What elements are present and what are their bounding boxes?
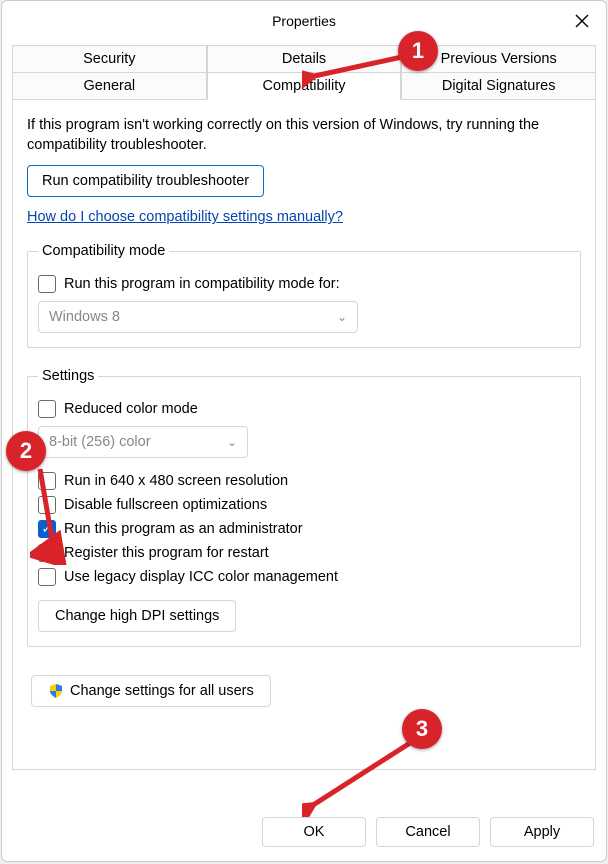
properties-dialog: Properties Security Details Previous Ver…	[1, 0, 607, 862]
annotation-badge-3: 3	[402, 709, 442, 749]
legacy-icc-label: Use legacy display ICC color management	[64, 569, 338, 585]
disable-fullscreen-checkbox[interactable]	[38, 496, 56, 514]
tab-digital-signatures[interactable]: Digital Signatures	[401, 72, 596, 99]
tab-row-1: Security Details Previous Versions	[12, 45, 596, 72]
run-as-admin-label: Run this program as an administrator	[64, 521, 303, 537]
register-restart-checkbox[interactable]	[38, 544, 56, 562]
dialog-buttons: OK Cancel Apply	[262, 817, 594, 847]
chevron-down-icon: ⌄	[227, 435, 237, 449]
change-all-users-label: Change settings for all users	[70, 683, 254, 699]
tab-panel-compatibility: If this program isn't working correctly …	[12, 99, 596, 770]
disable-fullscreen-label: Disable fullscreen optimizations	[64, 497, 267, 513]
titlebar: Properties	[2, 1, 606, 41]
color-depth-value: 8-bit (256) color	[49, 434, 151, 450]
ok-button[interactable]: OK	[262, 817, 366, 847]
apply-button[interactable]: Apply	[490, 817, 594, 847]
reduced-color-label: Reduced color mode	[64, 401, 198, 417]
tab-general[interactable]: General	[12, 72, 207, 99]
run-as-admin-checkbox[interactable]: ✓	[38, 520, 56, 538]
tab-security[interactable]: Security	[12, 45, 207, 72]
chevron-down-icon: ⌄	[337, 310, 347, 324]
settings-group: Settings Reduced color mode 8-bit (256) …	[27, 368, 581, 647]
register-restart-label: Register this program for restart	[64, 545, 269, 561]
intro-text: If this program isn't working correctly …	[27, 116, 581, 155]
change-dpi-button[interactable]: Change high DPI settings	[38, 600, 236, 632]
reduced-color-checkbox[interactable]	[38, 400, 56, 418]
settings-legend: Settings	[38, 368, 98, 384]
run-640x480-checkbox[interactable]	[38, 472, 56, 490]
legacy-icc-checkbox[interactable]	[38, 568, 56, 586]
tab-row-2: General Compatibility Digital Signatures	[12, 72, 596, 99]
compat-mode-select[interactable]: Windows 8 ⌄	[38, 301, 358, 333]
tab-details[interactable]: Details	[207, 45, 402, 72]
annotation-badge-1: 1	[398, 31, 438, 71]
window-title: Properties	[272, 13, 336, 29]
shield-icon	[48, 683, 64, 699]
cancel-button[interactable]: Cancel	[376, 817, 480, 847]
compat-mode-label: Run this program in compatibility mode f…	[64, 276, 340, 292]
compat-legend: Compatibility mode	[38, 243, 169, 259]
compat-mode-value: Windows 8	[49, 309, 120, 325]
help-link[interactable]: How do I choose compatibility settings m…	[27, 209, 343, 225]
close-icon	[575, 14, 589, 28]
tab-compatibility[interactable]: Compatibility	[207, 72, 402, 100]
compat-mode-checkbox[interactable]	[38, 275, 56, 293]
annotation-badge-2: 2	[6, 431, 46, 471]
run-troubleshooter-button[interactable]: Run compatibility troubleshooter	[27, 165, 264, 197]
compatibility-mode-group: Compatibility mode Run this program in c…	[27, 243, 581, 348]
tabs-container: Security Details Previous Versions Gener…	[12, 45, 596, 99]
change-all-users-button[interactable]: Change settings for all users	[31, 675, 271, 707]
run-640x480-label: Run in 640 x 480 screen resolution	[64, 473, 288, 489]
close-button[interactable]	[558, 1, 606, 41]
color-depth-select[interactable]: 8-bit (256) color ⌄	[38, 426, 248, 458]
